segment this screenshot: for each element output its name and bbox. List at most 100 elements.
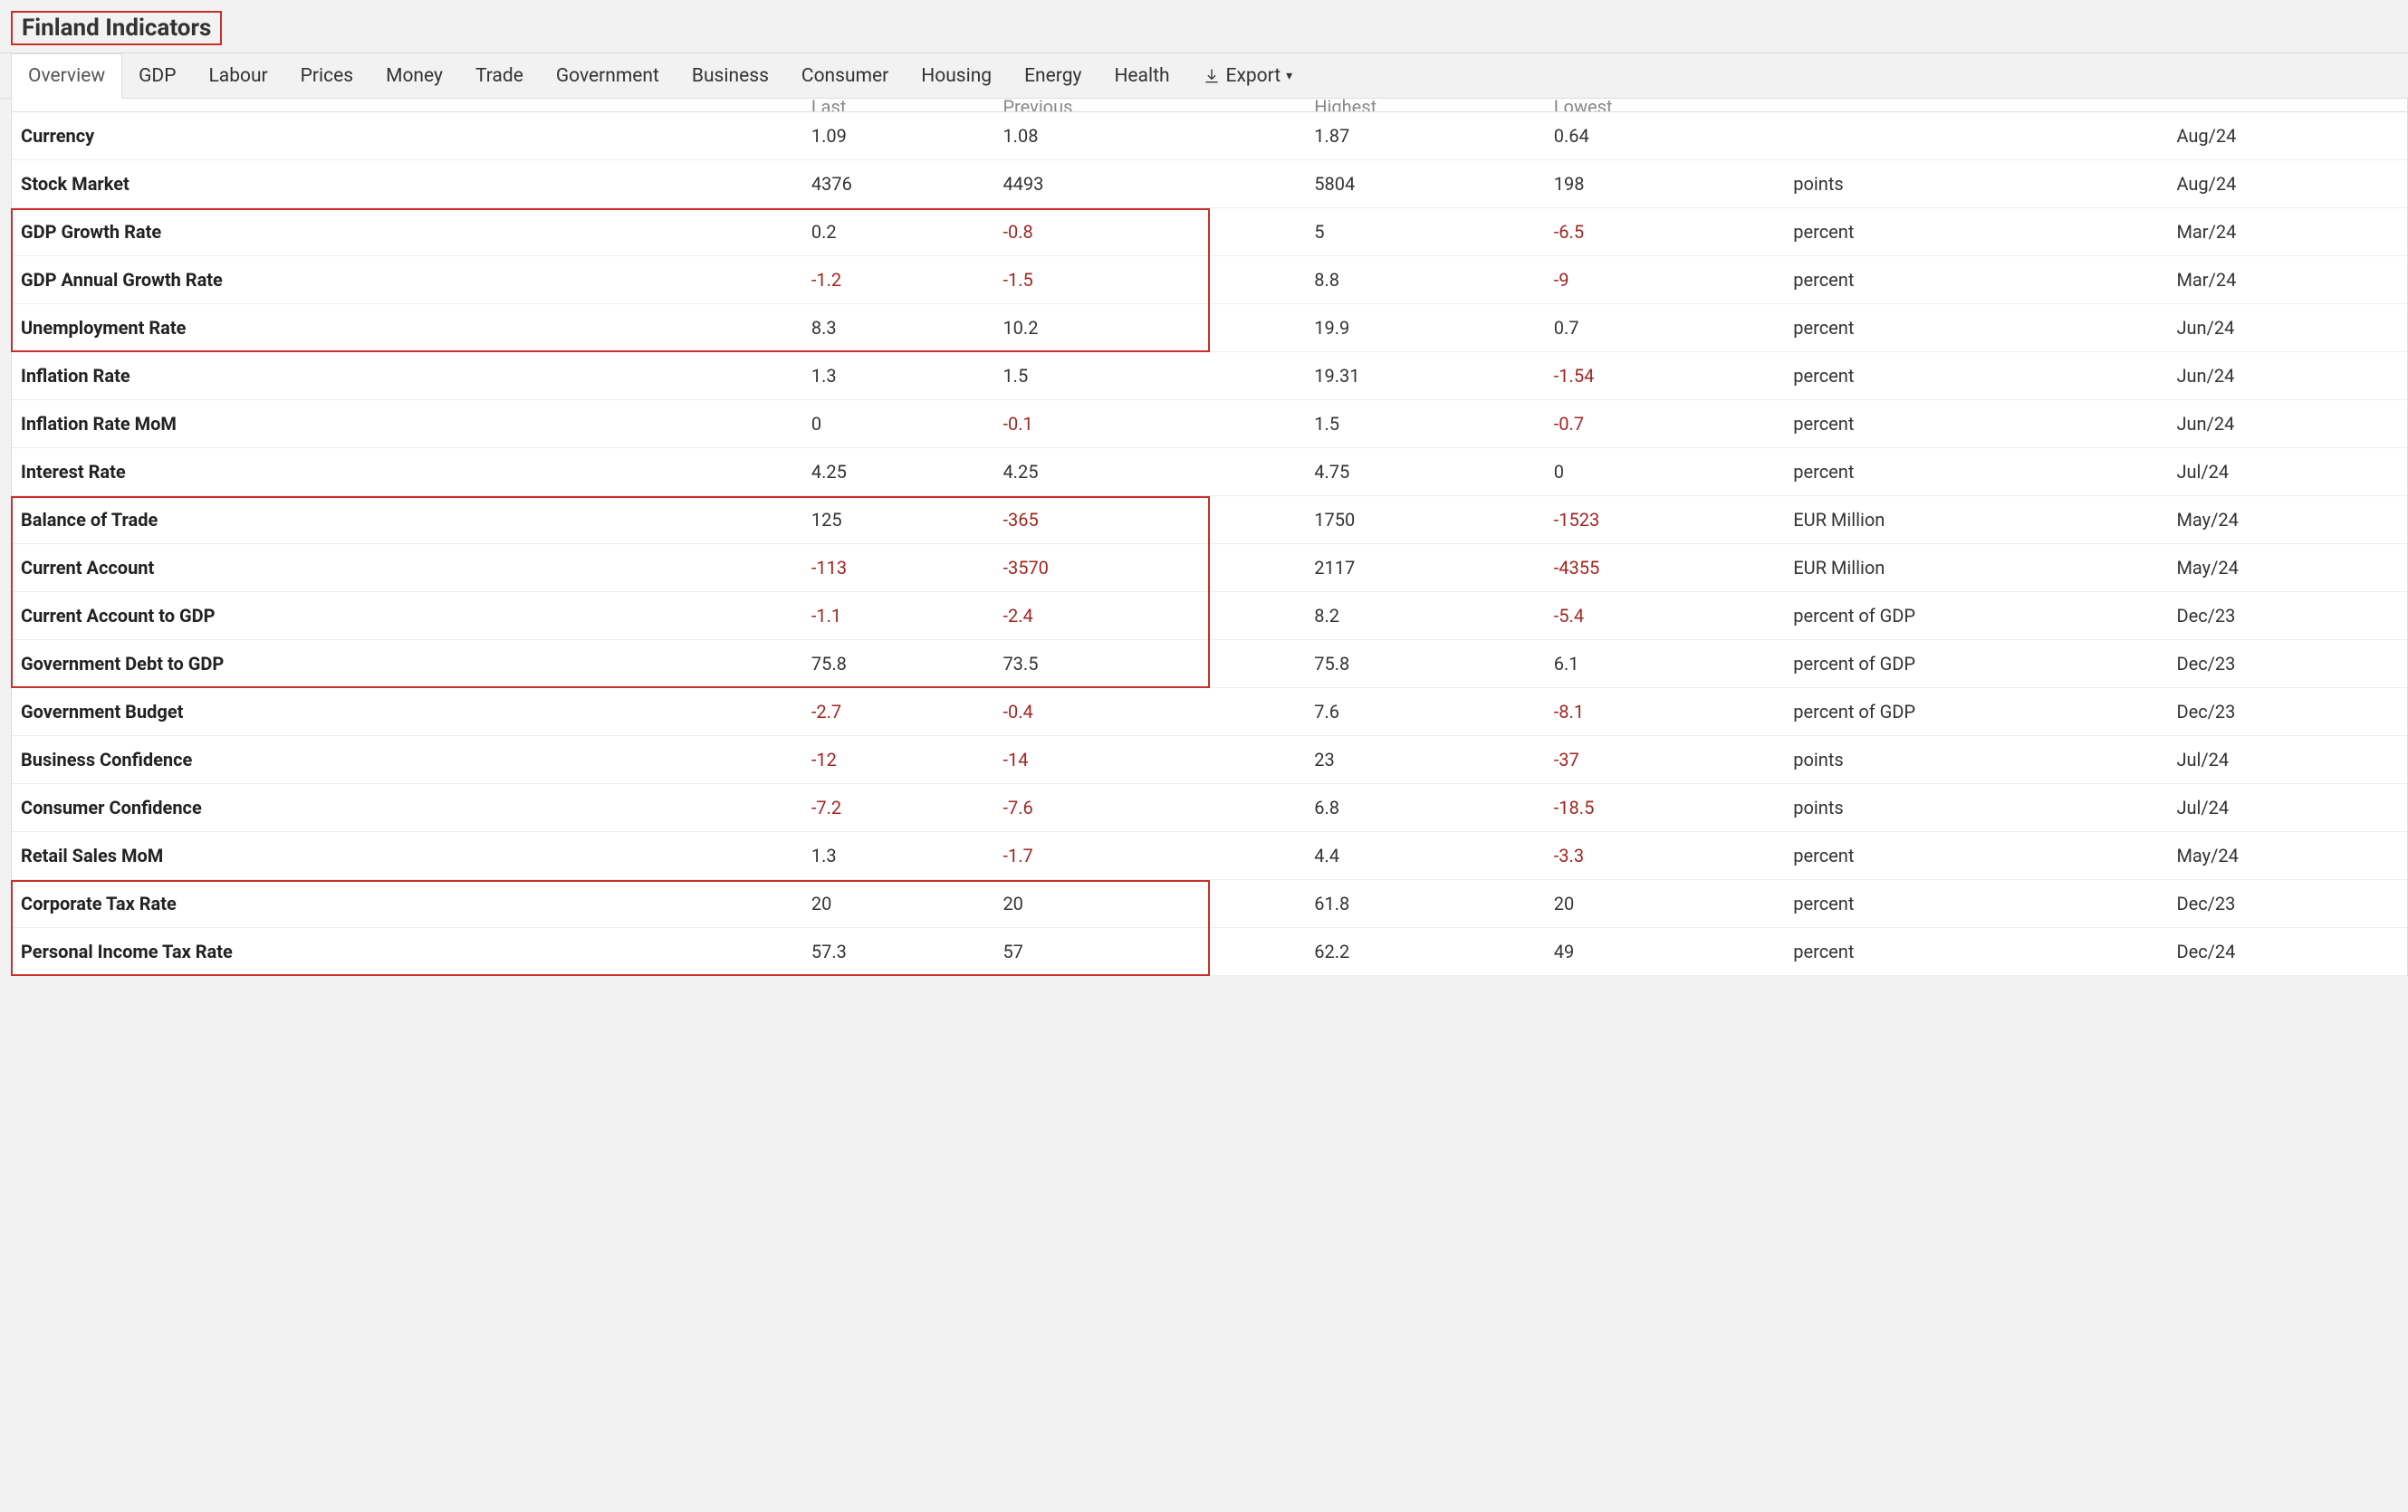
- cell-gap: [1185, 352, 1305, 400]
- cell-unit: percent: [1784, 352, 2167, 400]
- table-row[interactable]: Personal Income Tax Rate57.35762.249perc…: [12, 928, 2407, 976]
- cell-high: 4.4: [1305, 832, 1545, 880]
- cell-name: Currency: [12, 112, 802, 160]
- table-row[interactable]: Interest Rate4.254.254.750percentJul/24: [12, 448, 2407, 496]
- cell-high: 62.2: [1305, 928, 1545, 976]
- export-button[interactable]: Export▾: [1186, 53, 1310, 98]
- table-row[interactable]: Inflation Rate1.31.519.31-1.54percentJun…: [12, 352, 2407, 400]
- cell-prev: 20: [993, 880, 1185, 928]
- cell-last: -1.1: [802, 592, 994, 640]
- cell-gap: [1185, 160, 1305, 208]
- cell-unit: points: [1784, 784, 2167, 832]
- tab-energy[interactable]: Energy: [1008, 53, 1098, 98]
- cell-low: -6.5: [1545, 208, 1785, 256]
- cell-last: 1.09: [802, 112, 994, 160]
- tab-labour[interactable]: Labour: [192, 53, 283, 98]
- table-row[interactable]: Currency1.091.081.870.64Aug/24: [12, 112, 2407, 160]
- table-row[interactable]: Unemployment Rate8.310.219.90.7percentJu…: [12, 304, 2407, 352]
- cell-prev: 4493: [993, 160, 1185, 208]
- tab-prices[interactable]: Prices: [284, 53, 369, 98]
- table-row[interactable]: Consumer Confidence-7.2-7.66.8-18.5point…: [12, 784, 2407, 832]
- export-label: Export: [1226, 65, 1281, 87]
- table-row[interactable]: Stock Market437644935804198pointsAug/24: [12, 160, 2407, 208]
- tab-health[interactable]: Health: [1098, 53, 1185, 98]
- cell-low: 6.1: [1545, 640, 1785, 688]
- cell-date: May/24: [2167, 496, 2407, 544]
- cell-date: Jun/24: [2167, 352, 2407, 400]
- table-row[interactable]: Inflation Rate MoM0-0.11.5-0.7percentJun…: [12, 400, 2407, 448]
- cell-prev: 57: [993, 928, 1185, 976]
- indicators-table-wrap: LastPreviousHighestLowest Currency1.091.…: [11, 99, 2408, 976]
- cell-low: 0.7: [1545, 304, 1785, 352]
- cell-date: Jun/24: [2167, 400, 2407, 448]
- cell-high: 8.2: [1305, 592, 1545, 640]
- cell-unit: percent of GDP: [1784, 640, 2167, 688]
- cell-last: -1.2: [802, 256, 994, 304]
- cell-unit: percent: [1784, 256, 2167, 304]
- cell-prev: -1.5: [993, 256, 1185, 304]
- cell-prev: -3570: [993, 544, 1185, 592]
- tab-overview[interactable]: Overview: [11, 53, 122, 99]
- tab-trade[interactable]: Trade: [459, 53, 540, 98]
- cell-date: May/24: [2167, 544, 2407, 592]
- cell-high: 1.87: [1305, 112, 1545, 160]
- cell-name: Government Debt to GDP: [12, 640, 802, 688]
- tab-gdp[interactable]: GDP: [122, 53, 192, 98]
- cell-gap: [1185, 880, 1305, 928]
- table-row[interactable]: Current Account to GDP-1.1-2.48.2-5.4per…: [12, 592, 2407, 640]
- cell-low: -4355: [1545, 544, 1785, 592]
- cell-gap: [1185, 736, 1305, 784]
- cell-unit: EUR Million: [1784, 544, 2167, 592]
- cell-low: -3.3: [1545, 832, 1785, 880]
- cell-unit: percent of GDP: [1784, 688, 2167, 736]
- cell-name: GDP Growth Rate: [12, 208, 802, 256]
- column-header: [2167, 99, 2407, 112]
- tab-consumer[interactable]: Consumer: [785, 53, 905, 98]
- table-row[interactable]: Government Budget-2.7-0.47.6-8.1percent …: [12, 688, 2407, 736]
- table-row[interactable]: Corporate Tax Rate202061.820percentDec/2…: [12, 880, 2407, 928]
- cell-last: 8.3: [802, 304, 994, 352]
- page-title: Finland Indicators: [22, 14, 211, 42]
- table-row[interactable]: GDP Growth Rate0.2-0.85-6.5percentMar/24: [12, 208, 2407, 256]
- tab-government[interactable]: Government: [540, 53, 676, 98]
- cell-high: 8.8: [1305, 256, 1545, 304]
- cell-prev: -0.8: [993, 208, 1185, 256]
- cell-unit: EUR Million: [1784, 496, 2167, 544]
- cell-name: Inflation Rate MoM: [12, 400, 802, 448]
- tab-money[interactable]: Money: [369, 53, 459, 98]
- table-row[interactable]: Current Account-113-35702117-4355EUR Mil…: [12, 544, 2407, 592]
- cell-high: 1.5: [1305, 400, 1545, 448]
- table-row[interactable]: Balance of Trade125-3651750-1523EUR Mill…: [12, 496, 2407, 544]
- cell-gap: [1185, 592, 1305, 640]
- page-title-box: Finland Indicators: [11, 11, 222, 45]
- table-row[interactable]: Retail Sales MoM1.3-1.74.4-3.3percentMay…: [12, 832, 2407, 880]
- cell-name: Government Budget: [12, 688, 802, 736]
- cell-gap: [1185, 256, 1305, 304]
- table-row[interactable]: GDP Annual Growth Rate-1.2-1.58.8-9perce…: [12, 256, 2407, 304]
- cell-last: 20: [802, 880, 994, 928]
- cell-last: 75.8: [802, 640, 994, 688]
- tab-business[interactable]: Business: [676, 53, 785, 98]
- cell-date: Jul/24: [2167, 448, 2407, 496]
- cell-last: -2.7: [802, 688, 994, 736]
- cell-low: 20: [1545, 880, 1785, 928]
- cell-low: 49: [1545, 928, 1785, 976]
- cell-low: -9: [1545, 256, 1785, 304]
- column-header: [1185, 99, 1305, 112]
- cell-gap: [1185, 448, 1305, 496]
- cell-unit: percent: [1784, 304, 2167, 352]
- cell-high: 6.8: [1305, 784, 1545, 832]
- cell-high: 23: [1305, 736, 1545, 784]
- cell-name: Corporate Tax Rate: [12, 880, 802, 928]
- cell-name: Current Account to GDP: [12, 592, 802, 640]
- column-header: [1784, 99, 2167, 112]
- table-row[interactable]: Business Confidence-12-1423-37pointsJul/…: [12, 736, 2407, 784]
- cell-high: 4.75: [1305, 448, 1545, 496]
- cell-prev: 10.2: [993, 304, 1185, 352]
- tab-housing[interactable]: Housing: [905, 53, 1008, 98]
- cell-low: 198: [1545, 160, 1785, 208]
- cell-last: 4.25: [802, 448, 994, 496]
- indicators-table: LastPreviousHighestLowest Currency1.091.…: [12, 99, 2407, 976]
- table-row[interactable]: Government Debt to GDP75.873.575.86.1per…: [12, 640, 2407, 688]
- cell-date: Dec/24: [2167, 928, 2407, 976]
